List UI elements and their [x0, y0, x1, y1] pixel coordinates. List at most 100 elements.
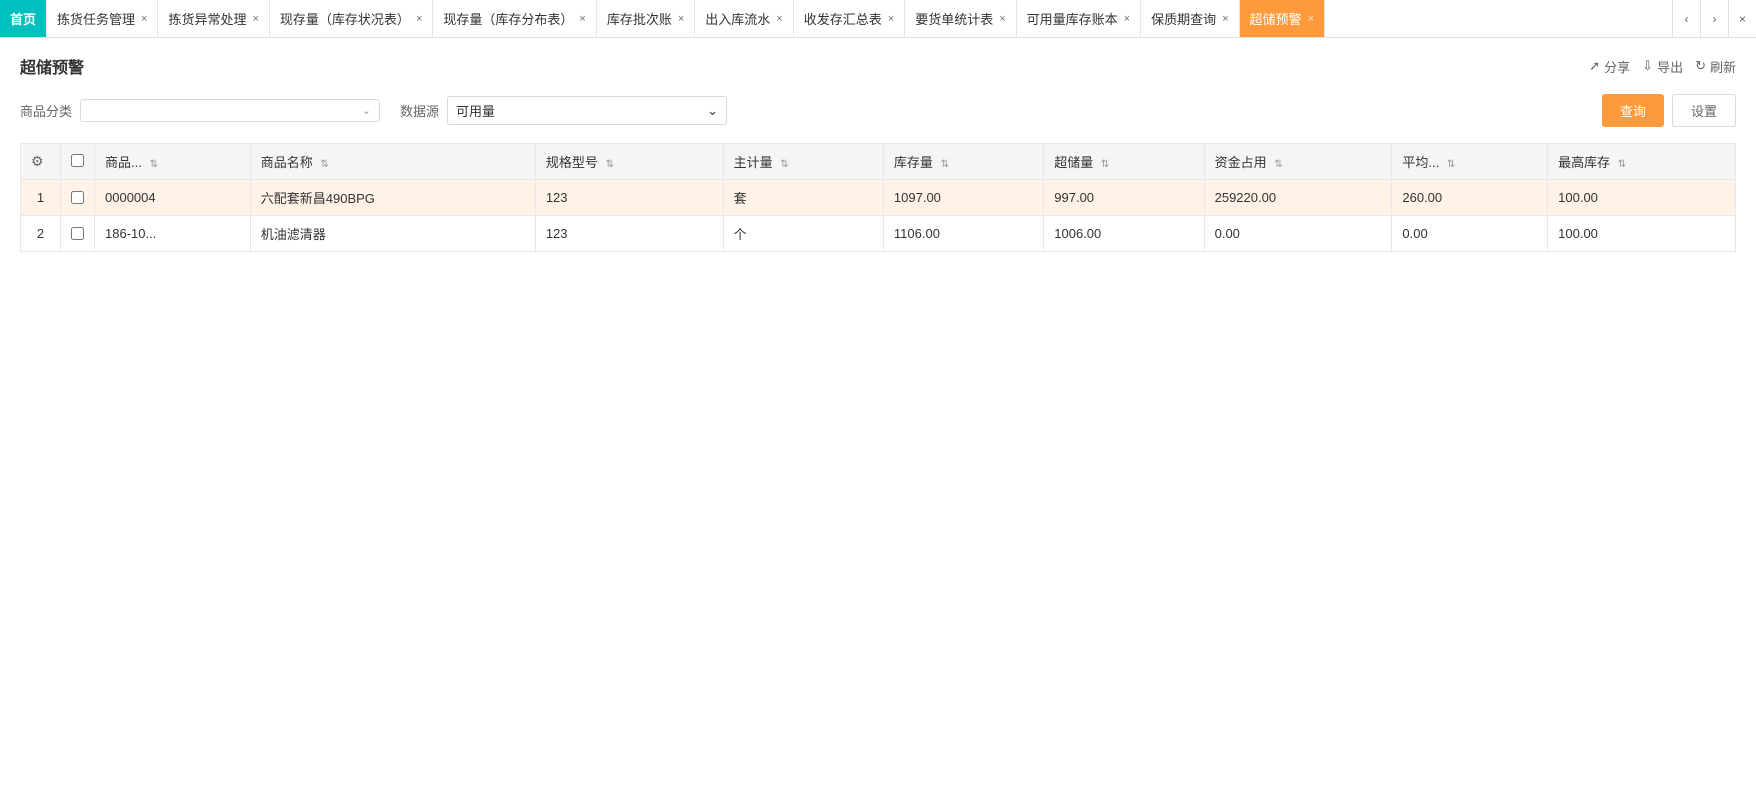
row-spec: 123	[535, 180, 723, 216]
col-unit-label: 主计量	[734, 155, 773, 170]
tab-close-icon[interactable]: ×	[1222, 13, 1228, 25]
col-header-spec[interactable]: 规格型号 ⇅	[535, 144, 723, 180]
datasource-filter-group: 数据源 可用量 ⌄	[400, 96, 727, 125]
col-name-label: 商品名称	[261, 155, 313, 170]
tab-close-icon[interactable]: ×	[579, 13, 585, 25]
datasource-select[interactable]: 可用量 ⌄	[447, 96, 727, 125]
col-header-overflow[interactable]: 超储量 ⇅	[1044, 144, 1204, 180]
tab-close-icon[interactable]: ×	[888, 13, 894, 25]
settings-button[interactable]: 设置	[1672, 94, 1736, 127]
tab-close-icon[interactable]: ×	[416, 13, 422, 25]
col-header-checkbox[interactable]	[61, 144, 95, 180]
datasource-label: 数据源	[400, 101, 439, 120]
col-header-stock[interactable]: 库存量 ⇅	[883, 144, 1043, 180]
page-content: 超储预警 ➚ 分享 ⇩ 导出 ↻ 刷新 商品分类 ⌄ 数据源	[0, 38, 1756, 800]
refresh-icon: ↻	[1695, 58, 1706, 74]
col-header-maxstock[interactable]: 最高库存 ⇅	[1548, 144, 1736, 180]
col-spec-label: 规格型号	[546, 155, 598, 170]
settings-gear-icon[interactable]: ⚙	[31, 153, 44, 169]
col-code-label: 商品...	[105, 155, 142, 170]
row-name: 六配套新昌490BPG	[250, 180, 535, 216]
col-stock-label: 库存量	[894, 155, 933, 170]
topbar: 首页 拣货任务管理×拣货异常处理×现存量（库存状况表）×现存量（库存分布表）×库…	[0, 0, 1756, 38]
nav-tab[interactable]: 现存量（库存分布表）×	[433, 0, 596, 37]
tab-label: 保质期查询	[1151, 9, 1216, 28]
nav-tab[interactable]: 库存批次账 ×	[597, 0, 695, 37]
tab-close-icon[interactable]: ×	[252, 13, 258, 25]
row-overflow: 997.00	[1044, 180, 1204, 216]
row-avg: 260.00	[1392, 180, 1548, 216]
row-code: 0000004	[95, 180, 251, 216]
tab-close-icon[interactable]: ×	[776, 13, 782, 25]
category-select[interactable]: ⌄	[80, 99, 380, 122]
row-avg: 0.00	[1392, 216, 1548, 252]
col-header-code[interactable]: 商品... ⇅	[95, 144, 251, 180]
col-header-settings[interactable]: ⚙	[21, 144, 61, 180]
tab-close-icon[interactable]: ×	[1308, 13, 1314, 25]
tab-close-icon[interactable]: ×	[999, 13, 1005, 25]
row-overflow: 1006.00	[1044, 216, 1204, 252]
tab-close-icon[interactable]: ×	[678, 13, 684, 25]
tab-label: 超储预警	[1250, 9, 1302, 28]
category-label: 商品分类	[20, 101, 72, 120]
nav-next-btn[interactable]: ›	[1700, 0, 1728, 37]
nav-tab[interactable]: 收发存汇总表×	[794, 0, 905, 37]
category-arrow-icon: ⌄	[362, 104, 371, 117]
col-overflow-label: 超储量	[1054, 155, 1093, 170]
tab-label: 拣货异常处理	[168, 9, 246, 28]
col-header-name[interactable]: 商品名称 ⇅	[250, 144, 535, 180]
home-tab[interactable]: 首页	[0, 0, 47, 37]
nav-tab[interactable]: 可用量库存账本 ×	[1017, 0, 1141, 37]
tab-label: 库存批次账	[607, 9, 672, 28]
tab-close-icon[interactable]: ×	[1124, 13, 1130, 25]
home-label: 首页	[10, 9, 36, 28]
row-code: 186-10...	[95, 216, 251, 252]
row-checkbox-cell[interactable]	[61, 180, 95, 216]
table-row: 2 186-10... 机油滤清器 123 个 1106.00 1006.00 …	[21, 216, 1736, 252]
nav-tab[interactable]: 超储预警 ×	[1240, 0, 1325, 37]
row-capital: 259220.00	[1204, 180, 1392, 216]
col-unit-sort-icon: ⇅	[780, 159, 788, 170]
col-maxstock-label: 最高库存	[1558, 155, 1610, 170]
row-capital: 0.00	[1204, 216, 1392, 252]
refresh-button[interactable]: ↻ 刷新	[1695, 57, 1736, 76]
nav-arrows: ‹ › ×	[1672, 0, 1756, 37]
filter-actions: 查询 设置	[1602, 94, 1736, 127]
share-button[interactable]: ➚ 分享	[1589, 57, 1630, 76]
page-title: 超储预警	[20, 54, 84, 78]
nav-tab[interactable]: 出入库流水 ×	[695, 0, 793, 37]
col-header-avg[interactable]: 平均... ⇅	[1392, 144, 1548, 180]
share-icon: ➚	[1589, 58, 1600, 74]
tab-close-icon[interactable]: ×	[141, 13, 147, 25]
col-spec-sort-icon: ⇅	[605, 159, 613, 170]
nav-tab[interactable]: 拣货任务管理×	[47, 0, 158, 37]
col-stock-sort-icon: ⇅	[941, 159, 949, 170]
col-capital-sort-icon: ⇅	[1274, 159, 1282, 170]
nav-tab[interactable]: 拣货异常处理 ×	[158, 0, 269, 37]
select-all-checkbox[interactable]	[71, 154, 84, 167]
row-maxstock: 100.00	[1548, 216, 1736, 252]
tab-label: 可用量库存账本	[1027, 9, 1118, 28]
query-button[interactable]: 查询	[1602, 94, 1664, 127]
export-button[interactable]: ⇩ 导出	[1642, 57, 1683, 76]
tab-label: 要货单统计表	[915, 9, 993, 28]
row-checkbox[interactable]	[71, 191, 84, 204]
col-avg-sort-icon: ⇅	[1447, 159, 1455, 170]
tab-label: 出入库流水	[705, 9, 770, 28]
col-maxstock-sort-icon: ⇅	[1618, 159, 1626, 170]
table-header-row: ⚙ 商品... ⇅ 商品名称 ⇅ 规格型号 ⇅ 主计量	[21, 144, 1736, 180]
col-header-capital[interactable]: 资金占用 ⇅	[1204, 144, 1392, 180]
col-name-sort-icon: ⇅	[320, 159, 328, 170]
nav-prev-btn[interactable]: ‹	[1672, 0, 1700, 37]
row-unit: 套	[723, 180, 883, 216]
row-stock: 1106.00	[883, 216, 1043, 252]
row-checkbox-cell[interactable]	[61, 216, 95, 252]
nav-tab[interactable]: 现存量（库存状况表）×	[270, 0, 433, 37]
row-checkbox[interactable]	[71, 227, 84, 240]
col-header-unit[interactable]: 主计量 ⇅	[723, 144, 883, 180]
share-label: 分享	[1604, 57, 1630, 76]
nav-tab[interactable]: 保质期查询 ×	[1141, 0, 1239, 37]
nav-tab[interactable]: 要货单统计表 ×	[905, 0, 1016, 37]
refresh-label: 刷新	[1710, 57, 1736, 76]
nav-close-btn[interactable]: ×	[1728, 0, 1756, 37]
